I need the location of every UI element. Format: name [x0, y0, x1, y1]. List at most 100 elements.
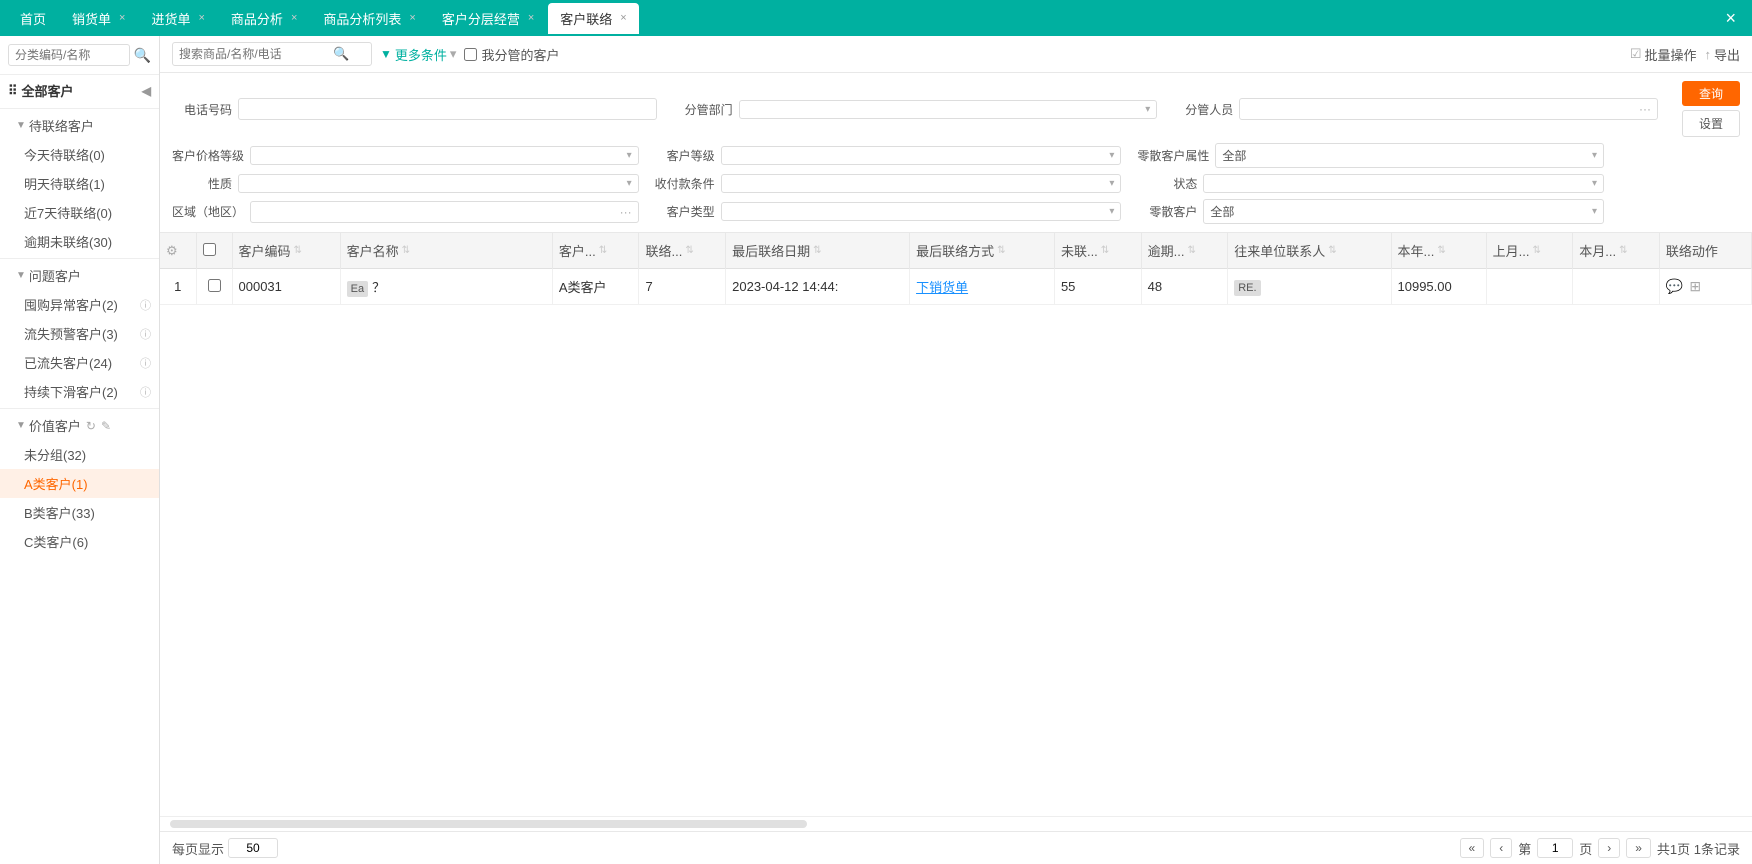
sidebar-item-b-customers[interactable]: B类客户(33): [0, 498, 159, 527]
info-icon-churned: ⓘ: [140, 355, 151, 371]
sidebar-search-input[interactable]: [8, 44, 130, 66]
nav-customer-contact[interactable]: 客户联络 ×: [548, 3, 638, 34]
filter-bar: 🔍 ▼ 更多条件 ▾ 我分管的客户 ☑ 批量操作 ↑ 导出: [160, 36, 1752, 73]
close-all-button[interactable]: ×: [1717, 8, 1744, 29]
nav-product-analysis[interactable]: 商品分析 ×: [219, 3, 309, 34]
filter-icon: ▼: [380, 47, 392, 61]
sidebar-item-hoarding-customers[interactable]: 囤购异常客户(2) ⓘ: [0, 290, 159, 319]
more-conditions-button[interactable]: ▼ 更多条件 ▾: [380, 45, 456, 64]
first-page-button[interactable]: «: [1460, 838, 1485, 858]
nav-close-customer-contact[interactable]: ×: [620, 12, 626, 24]
nav-close-product-analysis[interactable]: ×: [291, 12, 297, 24]
sort-name-icon[interactable]: ⇅: [402, 245, 410, 256]
export-button[interactable]: ↑ 导出: [1704, 45, 1740, 64]
sidebar-item-today-contact[interactable]: 今天待联络(0): [0, 140, 159, 169]
page-size-input[interactable]: [228, 838, 278, 858]
status-select[interactable]: ▾: [1203, 174, 1604, 193]
nav-close-product-analysis-list[interactable]: ×: [409, 12, 415, 24]
prev-page-button[interactable]: ‹: [1490, 838, 1512, 858]
sidebar-item-7days-contact[interactable]: 近7天待联络(0): [0, 198, 159, 227]
sidebar-item-churn-warning-customers[interactable]: 流失预警客户(3) ⓘ: [0, 319, 159, 348]
message-action-icon[interactable]: 💬: [1666, 278, 1683, 295]
sidebar-group-value-customers[interactable]: ▼ 价值客户 ↻ ✎: [0, 411, 159, 440]
filter-dept: 分管部门 ▾: [673, 100, 1158, 119]
nav-product-analysis-list[interactable]: 商品分析列表 ×: [311, 3, 427, 34]
settings-icon[interactable]: ⚙: [166, 243, 178, 258]
price-level-select[interactable]: ▾: [250, 146, 639, 165]
my-customers-checkbox-label[interactable]: 我分管的客户: [464, 45, 559, 64]
sidebar-item-a-customers[interactable]: A类客户(1): [0, 469, 159, 498]
nature-select[interactable]: ▾: [238, 174, 639, 193]
sidebar-item-tomorrow-contact[interactable]: 明天待联络(1): [0, 169, 159, 198]
customer-type-select[interactable]: ▾: [721, 202, 1122, 221]
nature-label: 性质: [172, 175, 232, 192]
customer-level-select[interactable]: ▾: [721, 146, 1122, 165]
settings-button[interactable]: 设置: [1682, 110, 1740, 137]
last-method-link[interactable]: 下销货单: [916, 280, 968, 295]
sort-contact-icon[interactable]: ⇅: [685, 245, 693, 256]
refresh-icon[interactable]: ↻: [86, 419, 96, 433]
manager-select[interactable]: ···: [1239, 98, 1658, 120]
top-nav: 首页 销货单 × 进货单 × 商品分析 × 商品分析列表 × 客户分层经营 × …: [0, 0, 1752, 36]
sidebar-item-overdue-contact[interactable]: 逾期未联络(30): [0, 227, 159, 256]
dept-label: 分管部门: [673, 101, 733, 118]
sort-this-month-icon[interactable]: ⇅: [1619, 245, 1627, 256]
sidebar-search-icon[interactable]: 🔍: [134, 47, 151, 64]
status-label: 状态: [1137, 175, 1197, 192]
sort-last-method-icon[interactable]: ⇅: [997, 245, 1005, 256]
nav-purchase-order[interactable]: 进货单 ×: [139, 3, 216, 34]
batch-operation-button[interactable]: ☑ 批量操作: [1630, 45, 1697, 64]
sidebar-group-problem-customers[interactable]: ▼ 问题客户: [0, 261, 159, 290]
filter-price-level: 客户价格等级 ▾: [172, 146, 639, 165]
sort-level-icon[interactable]: ⇅: [599, 245, 607, 256]
sort-unlink-icon[interactable]: ⇅: [1101, 245, 1109, 256]
info-icon-declining: ⓘ: [140, 384, 151, 400]
sort-last-date-icon[interactable]: ⇅: [813, 245, 821, 256]
horizontal-scrollbar[interactable]: [160, 816, 1752, 831]
sidebar-item-c-customers[interactable]: C类客户(6): [0, 527, 159, 556]
toolbar-right: ☑ 批量操作 ↑ 导出: [1630, 45, 1740, 64]
select-all-checkbox[interactable]: [203, 243, 216, 256]
sidebar-all-customers[interactable]: ⠿ 全部客户 ◀: [0, 75, 159, 106]
sort-this-year-icon[interactable]: ⇅: [1437, 245, 1445, 256]
sidebar-item-churned-customers[interactable]: 已流失客户(24) ⓘ: [0, 348, 159, 377]
qr-action-icon[interactable]: ⊞: [1689, 278, 1701, 295]
status-chevron-icon: ▾: [1592, 178, 1597, 189]
filter-search-icon[interactable]: 🔍: [333, 46, 349, 62]
retail-customer-select[interactable]: 全部 ▾: [1203, 199, 1604, 224]
nav-close-customer-tier[interactable]: ×: [528, 12, 534, 24]
filter-retail-attr: 零散客户属性 全部 ▾: [1137, 143, 1604, 168]
sort-last-month-icon[interactable]: ⇅: [1532, 245, 1540, 256]
my-customers-checkbox[interactable]: [464, 48, 477, 61]
td-contact-count: 7: [639, 269, 726, 305]
query-button[interactable]: 查询: [1682, 81, 1740, 106]
nav-home[interactable]: 首页: [8, 3, 58, 34]
td-level: A类客户: [552, 269, 639, 305]
next-page-button[interactable]: ›: [1598, 838, 1620, 858]
filter-row-2: 客户价格等级 ▾ 客户等级 ▾ 零散客户属性 全部: [172, 143, 1740, 168]
th-this-month: 本月... ⇅: [1573, 233, 1660, 269]
page-number-input[interactable]: [1537, 838, 1573, 858]
region-select[interactable]: ···: [250, 201, 639, 223]
nav-sales-order[interactable]: 销货单 ×: [60, 3, 137, 34]
info-icon-churn-warning: ⓘ: [140, 326, 151, 342]
sort-overdue-icon[interactable]: ⇅: [1187, 245, 1195, 256]
sidebar-group-pending-contact[interactable]: ▼ 待联络客户: [0, 111, 159, 140]
sidebar-item-ungrouped[interactable]: 未分组(32): [0, 440, 159, 469]
dept-select[interactable]: ▾: [739, 100, 1158, 119]
row-checkbox[interactable]: [208, 279, 221, 292]
payment-select[interactable]: ▾: [721, 174, 1122, 193]
last-page-button[interactable]: »: [1626, 838, 1651, 858]
sidebar-collapse-icon[interactable]: ◀: [142, 84, 151, 98]
sort-code-icon[interactable]: ⇅: [294, 245, 302, 256]
th-this-year: 本年... ⇅: [1391, 233, 1486, 269]
search-input[interactable]: [179, 47, 329, 61]
nav-customer-tier[interactable]: 客户分层经营 ×: [430, 3, 546, 34]
retail-attr-select[interactable]: 全部 ▾: [1215, 143, 1604, 168]
sidebar-item-declining-customers[interactable]: 持续下滑客户(2) ⓘ: [0, 377, 159, 406]
nav-close-purchase-order[interactable]: ×: [198, 12, 204, 24]
phone-input[interactable]: [238, 98, 657, 120]
sort-contact2-icon[interactable]: ⇅: [1328, 245, 1336, 256]
edit-icon[interactable]: ✎: [101, 419, 111, 433]
nav-close-sales-order[interactable]: ×: [119, 12, 125, 24]
